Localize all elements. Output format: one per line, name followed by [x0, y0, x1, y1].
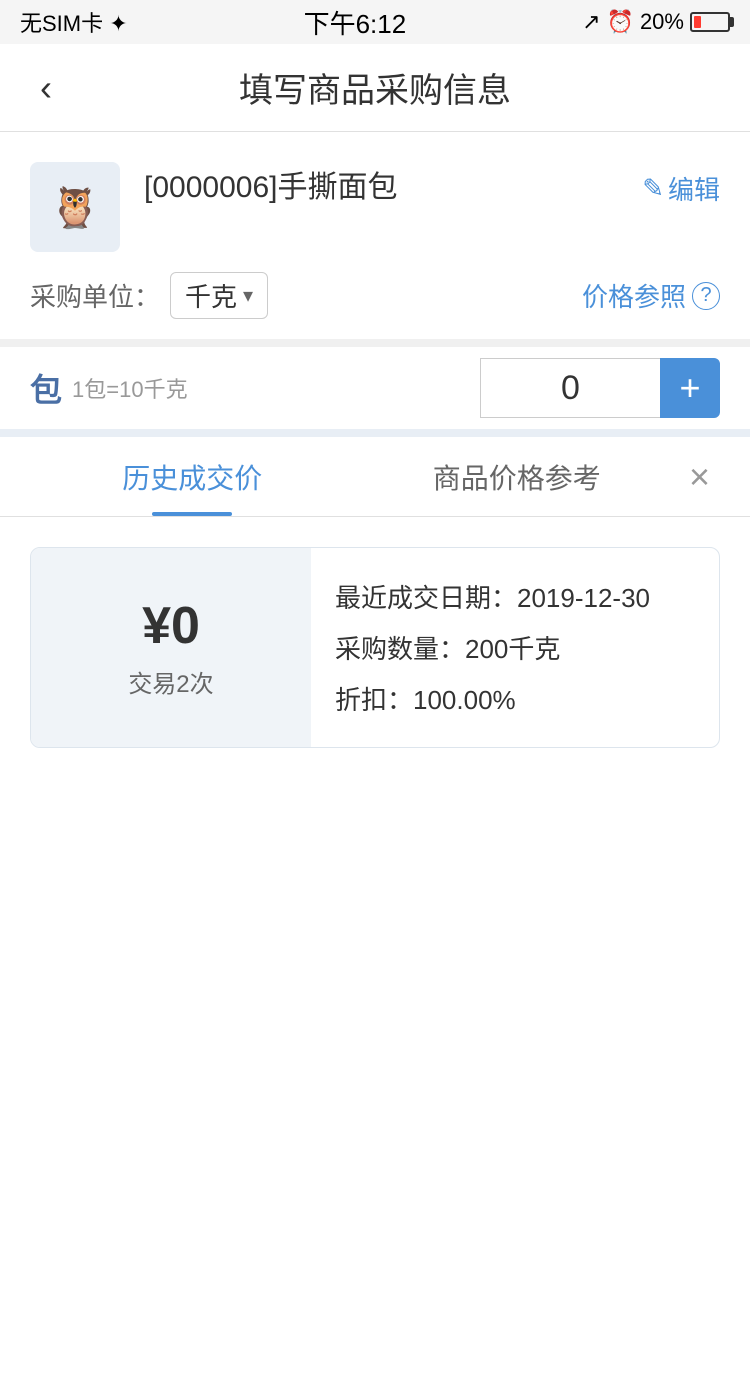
status-time: 下午6:12: [304, 4, 407, 41]
quantity-label: 包 1包=10千克: [30, 365, 188, 411]
quantity-row: 包 1包=10千克 0 +: [0, 347, 750, 437]
tab-price-ref[interactable]: 商品价格参考: [354, 437, 678, 516]
history-price-value: ¥0: [142, 596, 200, 656]
dropdown-arrow-icon: ▾: [243, 283, 253, 308]
tab-header: 历史成交价 商品价格参考 ×: [0, 437, 750, 517]
edit-label: 编辑: [668, 170, 720, 207]
history-discount: 折扣：100.00%: [335, 680, 695, 717]
price-ref-label: 价格参照: [582, 277, 686, 314]
history-trade-times: 交易2次: [128, 664, 213, 699]
quantity-input[interactable]: 0: [480, 358, 660, 418]
product-card: 🦉 [0000006]手撕面包 ✎ 编辑 采购单位： 千克 ▾ 价格参照 ?: [0, 132, 750, 347]
status-left: 无SIM卡 ✦: [20, 6, 128, 38]
tab-history-label: 历史成交价: [122, 457, 262, 497]
price-ref-button[interactable]: 价格参照 ?: [582, 277, 720, 314]
alarm-icon: ⏰: [607, 9, 634, 35]
quantity-unit-main: 包: [30, 365, 62, 411]
tab-history-price[interactable]: 历史成交价: [30, 437, 354, 516]
product-info: [0000006]手撕面包 ✎ 编辑: [144, 162, 720, 214]
help-icon[interactable]: ?: [692, 282, 720, 310]
edit-icon: ✎: [642, 173, 664, 204]
history-price-section: ¥0 交易2次: [31, 548, 311, 747]
edit-button[interactable]: ✎ 编辑: [642, 170, 720, 207]
tab-panel: 历史成交价 商品价格参考 × ¥0 交易2次 最近成交日期：2019-12-30…: [0, 437, 750, 778]
status-bar: 无SIM卡 ✦ 下午6:12 ↗ ⏰ 20%: [0, 0, 750, 44]
tab-close-button[interactable]: ×: [679, 446, 720, 508]
product-image: 🦉: [50, 184, 100, 231]
unit-label: 采购单位：: [30, 277, 160, 314]
history-last-date: 最近成交日期：2019-12-30: [335, 578, 695, 615]
product-name: [0000006]手撕面包: [144, 162, 397, 206]
product-unit-row: 采购单位： 千克 ▾ 价格参照 ?: [30, 272, 720, 319]
unit-value: 千克: [185, 277, 237, 314]
product-header: 🦉 [0000006]手撕面包 ✎ 编辑: [30, 162, 720, 252]
page-title: 填写商品采购信息: [239, 63, 511, 112]
unit-dropdown[interactable]: 千克 ▾: [170, 272, 268, 319]
nav-bar: ‹ 填写商品采购信息: [0, 44, 750, 132]
tab-price-ref-label: 商品价格参考: [433, 457, 601, 497]
product-thumbnail: 🦉: [30, 162, 120, 252]
status-right: ↗ ⏰ 20%: [582, 9, 730, 35]
quantity-input-area: 0 +: [480, 358, 720, 418]
battery-percent: 20%: [640, 9, 684, 35]
carrier-text: 无SIM卡 ✦: [20, 6, 128, 38]
tab-active-indicator: [152, 512, 232, 516]
battery-icon: [690, 12, 730, 32]
back-button[interactable]: ‹: [30, 57, 62, 119]
history-card: ¥0 交易2次 最近成交日期：2019-12-30 采购数量：200千克 折扣：…: [30, 547, 720, 748]
history-quantity: 采购数量：200千克: [335, 629, 695, 666]
history-content: ¥0 交易2次 最近成交日期：2019-12-30 采购数量：200千克 折扣：…: [0, 517, 750, 778]
quantity-unit-sub: 1包=10千克: [72, 372, 188, 404]
quantity-plus-button[interactable]: +: [660, 358, 720, 418]
page-body: [0, 778, 750, 1378]
location-icon: ↗: [582, 9, 600, 35]
history-details-section: 最近成交日期：2019-12-30 采购数量：200千克 折扣：100.00%: [311, 548, 719, 747]
